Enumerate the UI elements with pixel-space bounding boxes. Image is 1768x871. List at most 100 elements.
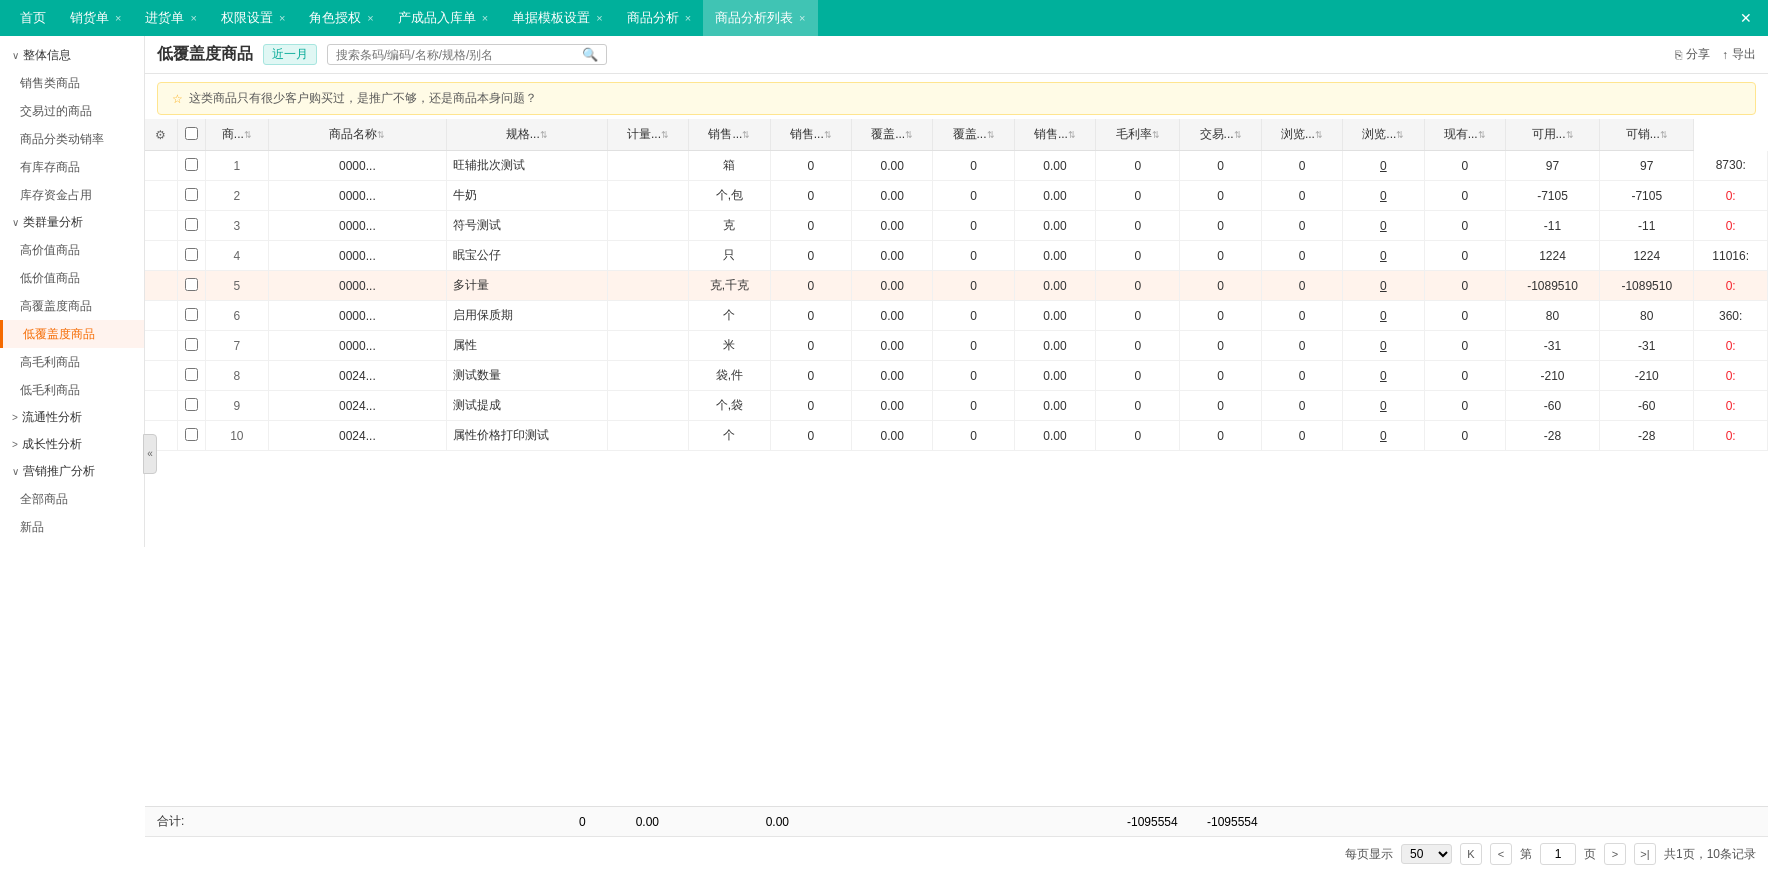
row-available-stock: -1089510 xyxy=(1600,271,1694,301)
sort-icon: ⇅ xyxy=(1068,130,1076,140)
close-icon[interactable]: × xyxy=(799,0,805,36)
row-browse2: 0 xyxy=(1424,151,1505,181)
row-available-stock: 1224 xyxy=(1600,241,1694,271)
row-select-checkbox[interactable] xyxy=(185,338,198,351)
sidebar-item-all-goods[interactable]: 全部商品 xyxy=(0,485,144,513)
settings-icon[interactable]: ⚙ xyxy=(155,128,166,142)
row-select-checkbox[interactable] xyxy=(185,368,198,381)
nav-product-analysis-list[interactable]: 商品分析列表 × xyxy=(703,0,817,36)
sidebar-section-growth[interactable]: > 成长性分析 xyxy=(0,431,144,458)
nav-permissions[interactable]: 权限设置 × xyxy=(209,0,297,36)
cover1-col-header: 覆盖...⇅ xyxy=(851,119,932,151)
sidebar-collapse-button[interactable]: « xyxy=(143,434,157,474)
row-current-stock: 1224 xyxy=(1505,241,1599,271)
close-icon[interactable]: × xyxy=(190,0,196,36)
sidebar-section-marketing[interactable]: ∨ 营销推广分析 xyxy=(0,458,144,485)
next-page-button[interactable]: > xyxy=(1604,843,1626,865)
row-browse1[interactable]: 0 xyxy=(1343,151,1424,181)
last-page-button[interactable]: >| xyxy=(1634,843,1656,865)
close-icon[interactable]: × xyxy=(115,0,121,36)
row-browse1[interactable]: 0 xyxy=(1343,301,1424,331)
row-browse1[interactable]: 0 xyxy=(1343,181,1424,211)
row-cover2: 0.00 xyxy=(1014,211,1095,241)
row-trade: 0 xyxy=(1261,421,1342,451)
close-icon[interactable]: × xyxy=(596,0,602,36)
row-browse1[interactable]: 0 xyxy=(1343,241,1424,271)
per-page-select[interactable]: 50 20 100 200 xyxy=(1401,844,1452,864)
row-settings xyxy=(145,211,177,241)
close-icon[interactable]: × xyxy=(279,0,285,36)
row-browse1[interactable]: 0 xyxy=(1343,421,1424,451)
prev-page-button[interactable]: < xyxy=(1490,843,1512,865)
row-select-checkbox[interactable] xyxy=(185,188,198,201)
sidebar-item-stock-goods[interactable]: 有库存商品 xyxy=(0,153,144,181)
nav-product-analysis[interactable]: 商品分析 × xyxy=(615,0,703,36)
header-actions: ⎘ 分享 ↑ 导出 xyxy=(1675,46,1756,63)
summary-cover2: 0.00 xyxy=(742,815,812,829)
row-browse1[interactable]: 0 xyxy=(1343,331,1424,361)
nav-template-settings[interactable]: 单据模板设置 × xyxy=(500,0,614,36)
row-browse1[interactable]: 0 xyxy=(1343,391,1424,421)
window-close-button[interactable]: ✕ xyxy=(1732,10,1760,26)
sidebar-item-traded-goods[interactable]: 交易过的商品 xyxy=(0,97,144,125)
row-number: 6 xyxy=(205,301,269,331)
first-page-button[interactable]: K xyxy=(1460,843,1482,865)
export-button[interactable]: ↑ 导出 xyxy=(1722,46,1756,63)
row-select-checkbox[interactable] xyxy=(185,278,198,291)
sidebar-item-new-goods[interactable]: 新品 xyxy=(0,513,144,541)
row-sales-amt: 0.00 xyxy=(851,151,932,181)
sidebar-item-stock-capital[interactable]: 库存资金占用 xyxy=(0,181,144,209)
content-header: 低覆盖度商品 近一月 🔍 ⎘ 分享 ↑ 导出 xyxy=(145,36,1768,74)
row-trade: 0 xyxy=(1261,211,1342,241)
sidebar-item-sales-goods[interactable]: 销售类商品 xyxy=(0,69,144,97)
row-number: 10 xyxy=(205,421,269,451)
row-settings xyxy=(145,391,177,421)
share-button[interactable]: ⎘ 分享 xyxy=(1675,46,1710,63)
sidebar-item-low-value[interactable]: 低价值商品 xyxy=(0,264,144,292)
nav-roles[interactable]: 角色授权 × xyxy=(297,0,385,36)
sidebar-section-cluster[interactable]: ∨ 类群量分析 xyxy=(0,209,144,236)
sidebar-item-low-coverage[interactable]: 低覆盖度商品 xyxy=(0,320,144,348)
nav-purchase-order[interactable]: 进货单 × xyxy=(133,0,208,36)
page-number-input[interactable] xyxy=(1540,843,1576,865)
row-spec xyxy=(607,271,688,301)
search-box[interactable]: 🔍 xyxy=(327,44,607,65)
row-spec xyxy=(607,181,688,211)
sidebar-item-high-coverage[interactable]: 高覆盖度商品 xyxy=(0,292,144,320)
nav-finished-goods[interactable]: 产成品入库单 × xyxy=(386,0,500,36)
row-sales-qty: 0 xyxy=(770,241,851,271)
sidebar-item-high-value[interactable]: 高价值商品 xyxy=(0,236,144,264)
row-select-checkbox[interactable] xyxy=(185,428,198,441)
sidebar-item-low-profit[interactable]: 低毛利商品 xyxy=(0,376,144,404)
select-all-checkbox[interactable] xyxy=(185,127,198,140)
row-number: 9 xyxy=(205,391,269,421)
close-icon[interactable]: × xyxy=(482,0,488,36)
row-select-checkbox[interactable] xyxy=(185,248,198,261)
nav-sales-order[interactable]: 销货单 × xyxy=(58,0,133,36)
table-row: 9 0024... 测试提成 个,袋 0 0.00 0 0.00 0 0 0 0… xyxy=(145,391,1768,421)
row-browse1[interactable]: 0 xyxy=(1343,211,1424,241)
row-select-checkbox[interactable] xyxy=(185,218,198,231)
sidebar-section-overall[interactable]: ∨ 整体信息 xyxy=(0,42,144,69)
nav-home[interactable]: 首页 xyxy=(8,0,58,36)
sidebar-item-high-profit[interactable]: 高毛利商品 xyxy=(0,348,144,376)
row-trade: 0 xyxy=(1261,301,1342,331)
table-row: 2 0000... 牛奶 个,包 0 0.00 0 0.00 0 0 0 0 0… xyxy=(145,181,1768,211)
close-icon[interactable]: × xyxy=(367,0,373,36)
row-sales3: 0 xyxy=(1096,241,1180,271)
row-browse1[interactable]: 0 xyxy=(1343,271,1424,301)
search-icon: 🔍 xyxy=(582,47,598,62)
close-icon[interactable]: × xyxy=(685,0,691,36)
row-browse1[interactable]: 0 xyxy=(1343,361,1424,391)
search-input[interactable] xyxy=(336,48,578,62)
row-sales3: 0 xyxy=(1096,211,1180,241)
row-sales3: 0 xyxy=(1096,331,1180,361)
row-select-checkbox[interactable] xyxy=(185,158,198,171)
row-select-checkbox[interactable] xyxy=(185,308,198,321)
row-gross-margin: 0 xyxy=(1180,211,1261,241)
period-tag[interactable]: 近一月 xyxy=(263,44,317,65)
sidebar-item-category-rate[interactable]: 商品分类动销率 xyxy=(0,125,144,153)
sidebar-section-circulation[interactable]: > 流通性分析 xyxy=(0,404,144,431)
sort-icon: ⇅ xyxy=(540,130,548,140)
row-select-checkbox[interactable] xyxy=(185,398,198,411)
